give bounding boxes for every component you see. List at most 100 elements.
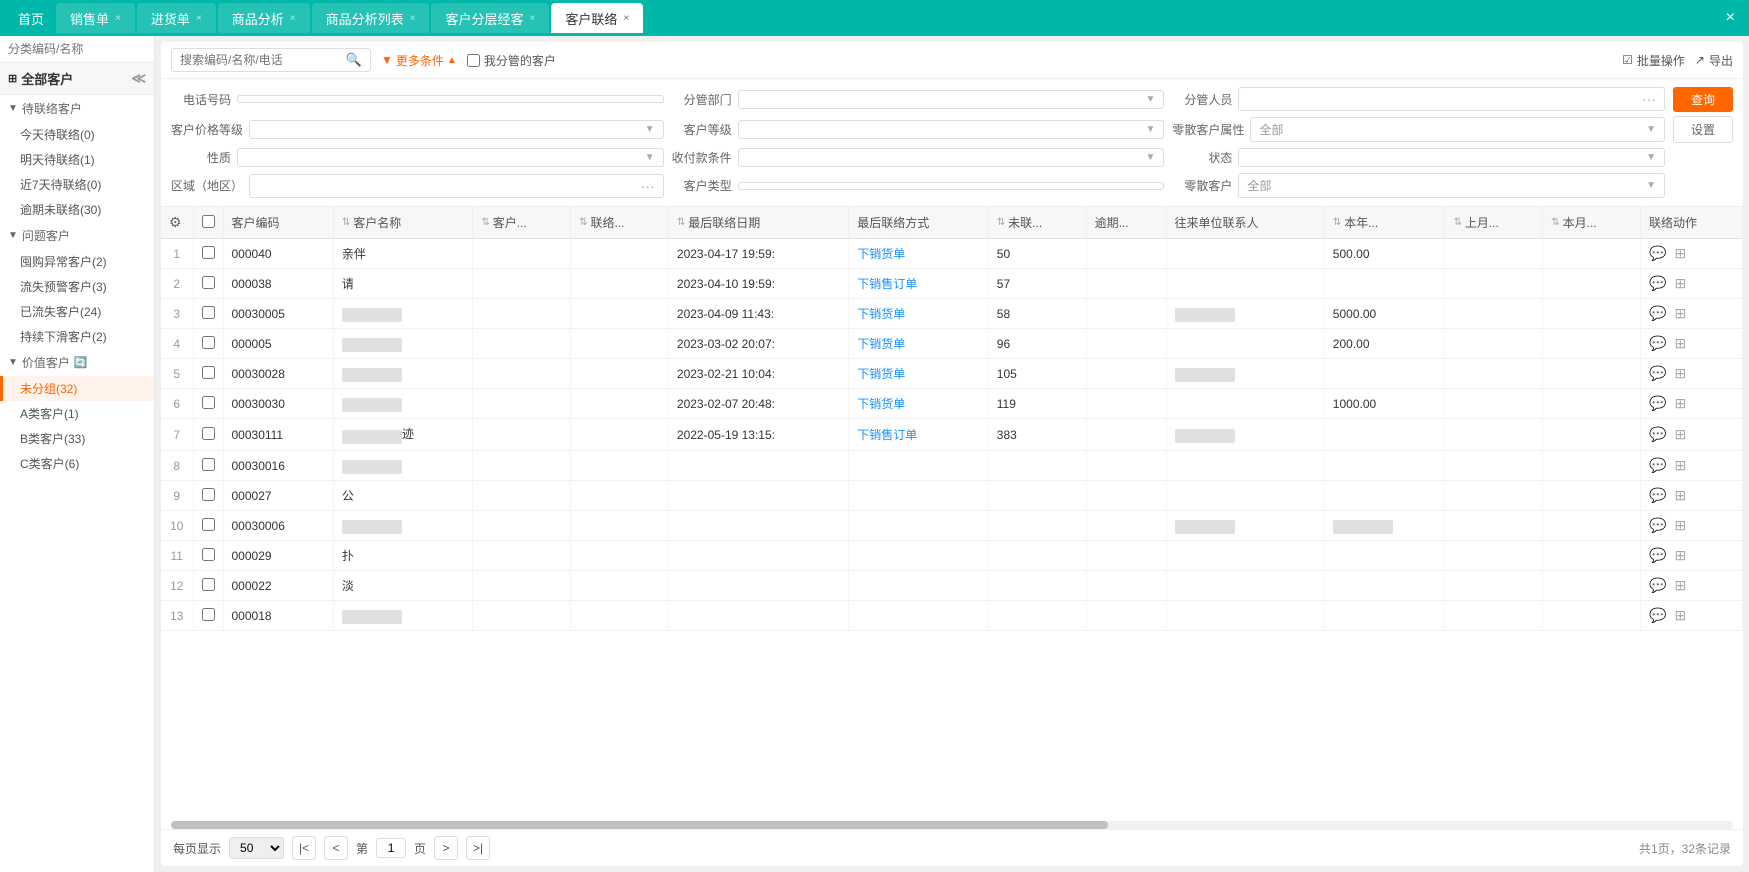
all-customers-header[interactable]: ⊞ 全部客户 ≪ bbox=[0, 63, 154, 95]
grid-action-icon[interactable]: ⊞ bbox=[1674, 335, 1686, 352]
region-input[interactable]: ··· bbox=[249, 174, 664, 198]
chat-icon[interactable]: 💬 bbox=[1649, 607, 1666, 624]
grid-action-icon[interactable]: ⊞ bbox=[1674, 305, 1686, 322]
grid-action-icon[interactable]: ⊞ bbox=[1674, 426, 1686, 443]
home-tab[interactable]: 首页 bbox=[8, 5, 54, 32]
sidebar-group-value[interactable]: ▼ 价值客户 🔄 bbox=[0, 349, 154, 376]
close-all-button[interactable]: × bbox=[1720, 9, 1741, 27]
select-all-checkbox[interactable] bbox=[202, 215, 215, 228]
row-checkbox[interactable] bbox=[202, 336, 215, 349]
grid-action-icon[interactable]: ⊞ bbox=[1674, 275, 1686, 292]
retail-attr-select[interactable]: 全部▼ bbox=[1250, 117, 1665, 142]
my-customers-checkbox[interactable]: 我分管的客户 bbox=[467, 52, 556, 69]
sidebar-item-tomorrow-pending[interactable]: 明天待联络(1) bbox=[0, 147, 154, 172]
sidebar-group-problem[interactable]: ▼ 问题客户 bbox=[0, 222, 154, 249]
prev-page-button[interactable]: < bbox=[324, 836, 348, 860]
chat-icon[interactable]: 💬 bbox=[1649, 547, 1666, 564]
grid-action-icon[interactable]: ⊞ bbox=[1674, 365, 1686, 382]
row-checkbox[interactable] bbox=[202, 427, 215, 440]
sidebar-item-overdue-pending[interactable]: 逾期未联络(30) bbox=[0, 197, 154, 222]
customer-level-select[interactable]: ▼ bbox=[738, 120, 1165, 139]
payment-select[interactable]: ▼ bbox=[738, 148, 1165, 167]
tab-purchase-order[interactable]: 进货单 × bbox=[137, 3, 216, 33]
search-icon[interactable]: 🔍 bbox=[346, 52, 362, 68]
tab-product-analysis[interactable]: 商品分析 × bbox=[218, 3, 310, 33]
chat-icon[interactable]: 💬 bbox=[1649, 275, 1666, 292]
row-checkbox[interactable] bbox=[202, 608, 215, 621]
close-tab-icon[interactable]: × bbox=[529, 13, 535, 24]
query-button[interactable]: 查询 bbox=[1673, 87, 1733, 112]
tab-customer-contact[interactable]: 客户联络 × bbox=[551, 3, 643, 33]
sidebar-item-declining[interactable]: 持续下滑客户(2) bbox=[0, 324, 154, 349]
export-button[interactable]: ↗ 导出 bbox=[1695, 52, 1733, 69]
nature-select[interactable]: ▼ bbox=[237, 148, 664, 167]
manager-input[interactable]: ··· bbox=[1238, 87, 1665, 111]
row-checkbox[interactable] bbox=[202, 276, 215, 289]
chat-icon[interactable]: 💬 bbox=[1649, 426, 1666, 443]
sidebar-item-class-b[interactable]: B类客户(33) bbox=[0, 426, 154, 451]
sidebar-item-class-a[interactable]: A类客户(1) bbox=[0, 401, 154, 426]
tab-product-analysis-list[interactable]: 商品分析列表 × bbox=[312, 3, 430, 33]
customer-type-input[interactable] bbox=[738, 182, 1165, 190]
grid-action-icon[interactable]: ⊞ bbox=[1674, 487, 1686, 504]
grid-action-icon[interactable]: ⊞ bbox=[1674, 517, 1686, 534]
settings-icon[interactable]: ⚙ bbox=[169, 214, 182, 230]
page-size-select[interactable]: 50 20 100 bbox=[229, 837, 284, 859]
close-tab-icon[interactable]: × bbox=[196, 13, 202, 24]
row-checkbox[interactable] bbox=[202, 366, 215, 379]
sidebar-item-class-c[interactable]: C类客户(6) bbox=[0, 451, 154, 476]
more-conditions-button[interactable]: ▼ 更多条件 ▲ bbox=[381, 52, 457, 69]
chat-icon[interactable]: 💬 bbox=[1649, 395, 1666, 412]
close-tab-icon[interactable]: × bbox=[115, 13, 121, 24]
first-page-button[interactable]: |< bbox=[292, 836, 316, 860]
grid-action-icon[interactable]: ⊞ bbox=[1674, 245, 1686, 262]
close-active-tab-icon[interactable]: × bbox=[623, 13, 629, 24]
sidebar-item-churn-warning[interactable]: 流失预警客户(3) bbox=[0, 274, 154, 299]
row-checkbox[interactable] bbox=[202, 246, 215, 259]
grid-action-icon[interactable]: ⊞ bbox=[1674, 577, 1686, 594]
batch-ops-button[interactable]: ☑ 批量操作 bbox=[1622, 52, 1685, 69]
sidebar-item-today-pending[interactable]: 今天待联络(0) bbox=[0, 122, 154, 147]
reset-button[interactable]: 设置 bbox=[1673, 116, 1733, 143]
last-page-button[interactable]: >| bbox=[466, 836, 490, 860]
close-tab-icon[interactable]: × bbox=[410, 13, 416, 24]
sidebar-search-input[interactable] bbox=[8, 42, 155, 56]
sidebar-item-7day-pending[interactable]: 近7天待联络(0) bbox=[0, 172, 154, 197]
sidebar-item-churned[interactable]: 已流失客户(24) bbox=[0, 299, 154, 324]
dept-select[interactable]: ▼ bbox=[738, 90, 1165, 109]
row-checkbox[interactable] bbox=[202, 458, 215, 471]
row-checkbox[interactable] bbox=[202, 488, 215, 501]
grid-action-icon[interactable]: ⊞ bbox=[1674, 607, 1686, 624]
price-level-select[interactable]: ▼ bbox=[249, 120, 664, 139]
chat-icon[interactable]: 💬 bbox=[1649, 487, 1666, 504]
tab-sales-order[interactable]: 销售单 × bbox=[56, 3, 135, 33]
tab-customer-segment[interactable]: 客户分层经客 × bbox=[431, 3, 549, 33]
my-customers-check[interactable] bbox=[467, 54, 480, 67]
grid-action-icon[interactable]: ⊞ bbox=[1674, 547, 1686, 564]
search-input[interactable] bbox=[180, 53, 342, 67]
next-page-button[interactable]: > bbox=[434, 836, 458, 860]
collapse-sidebar-icon[interactable]: ≪ bbox=[131, 70, 146, 87]
sidebar-item-unclassified[interactable]: 未分组(32) bbox=[0, 376, 154, 401]
row-checkbox[interactable] bbox=[202, 396, 215, 409]
chat-icon[interactable]: 💬 bbox=[1649, 457, 1666, 474]
chat-icon[interactable]: 💬 bbox=[1649, 245, 1666, 262]
horizontal-scrollbar[interactable] bbox=[171, 821, 1733, 829]
row-checkbox[interactable] bbox=[202, 518, 215, 531]
row-checkbox[interactable] bbox=[202, 306, 215, 319]
page-input[interactable] bbox=[376, 838, 406, 858]
sidebar-item-abnormal[interactable]: 囤购异常客户(2) bbox=[0, 249, 154, 274]
retail-customer-select[interactable]: 全部▼ bbox=[1238, 173, 1665, 198]
row-checkbox[interactable] bbox=[202, 548, 215, 561]
scrollbar-thumb[interactable] bbox=[171, 821, 1108, 829]
sidebar-group-pending[interactable]: ▼ 待联络客户 bbox=[0, 95, 154, 122]
chat-icon[interactable]: 💬 bbox=[1649, 577, 1666, 594]
chat-icon[interactable]: 💬 bbox=[1649, 365, 1666, 382]
row-checkbox[interactable] bbox=[202, 578, 215, 591]
chat-icon[interactable]: 💬 bbox=[1649, 305, 1666, 322]
grid-action-icon[interactable]: ⊞ bbox=[1674, 395, 1686, 412]
chat-icon[interactable]: 💬 bbox=[1649, 335, 1666, 352]
grid-action-icon[interactable]: ⊞ bbox=[1674, 457, 1686, 474]
chat-icon[interactable]: 💬 bbox=[1649, 517, 1666, 534]
status-select[interactable]: ▼ bbox=[1238, 148, 1665, 167]
